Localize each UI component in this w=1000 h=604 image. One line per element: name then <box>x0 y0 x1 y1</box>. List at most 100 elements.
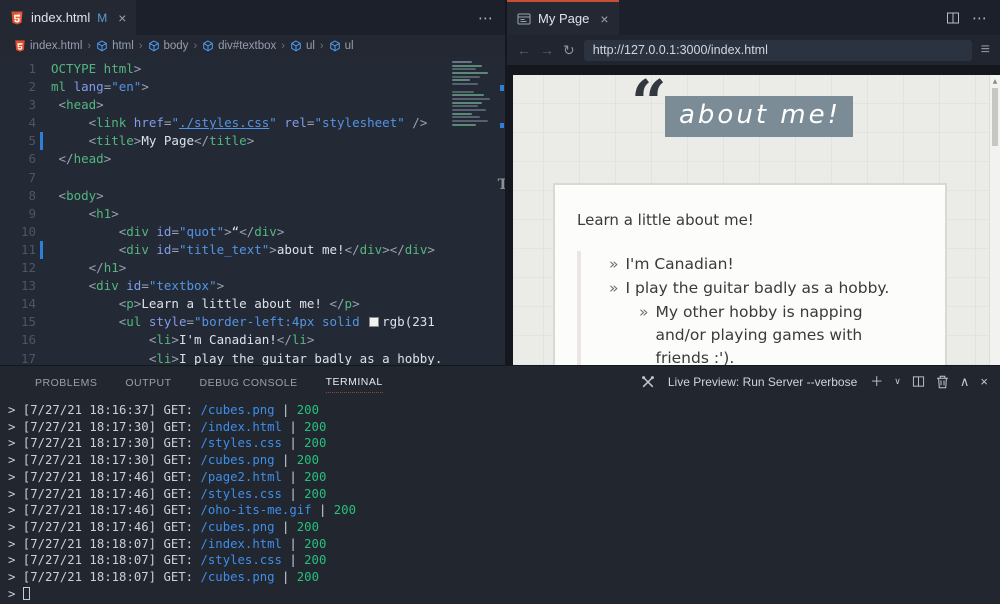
code-line[interactable]: 4 <link href="./styles.css" rel="stylesh… <box>0 114 506 132</box>
status-code: 200 <box>304 536 327 551</box>
breadcrumb: index.html › html › body › div#textbox › ul › ul <box>0 35 506 57</box>
html5-icon <box>14 40 26 52</box>
code-line[interactable]: 1 OCTYPE html> <box>0 60 506 78</box>
scrollbar-thumb[interactable] <box>992 88 998 146</box>
code-line[interactable]: 10 <div id="quot">“</div> <box>0 223 506 241</box>
request-path[interactable]: /cubes.png <box>201 403 275 417</box>
symbol-cube-icon <box>96 40 108 52</box>
request-path[interactable]: /oho-its-me.gif <box>201 503 312 517</box>
code-line[interactable]: 11 <div id="title_text">about me!</div><… <box>0 240 506 260</box>
request-path[interactable]: /page2.html <box>201 470 282 484</box>
code-line[interactable]: 12 </h1> <box>0 259 506 277</box>
line-number: 12 <box>20 260 36 276</box>
back-icon[interactable]: ← <box>517 43 531 57</box>
line-number: 16 <box>20 332 36 348</box>
split-terminal-icon[interactable] <box>912 375 925 388</box>
request-path[interactable]: /cubes.png <box>201 453 275 467</box>
tab-output[interactable]: OUTPUT <box>125 371 171 393</box>
refresh-icon[interactable]: ↻ <box>563 43 575 57</box>
breadcrumb-item-index-html[interactable]: index.html <box>14 40 82 52</box>
trash-icon[interactable] <box>936 375 949 389</box>
code-line[interactable]: 2 ml lang="en"> <box>0 78 506 96</box>
status-code: 200 <box>304 553 327 568</box>
close-panel-icon[interactable]: × <box>980 375 988 388</box>
tab-index-html[interactable]: index.html M × <box>0 0 137 35</box>
preview-scrollbar[interactable]: ▲ <box>989 75 1000 365</box>
code-line[interactable]: 16 <li>I'm Canadian!</li> <box>0 331 506 349</box>
list-marker: » <box>609 279 619 297</box>
request-path[interactable]: /styles.css <box>201 487 282 501</box>
line-number: 9 <box>28 205 36 221</box>
code-line[interactable]: 17 <li>I play the guitar badly as a hobb… <box>0 350 506 366</box>
code-text: ml lang="en"> <box>51 79 149 95</box>
close-icon[interactable]: × <box>118 10 126 26</box>
line-number: 7 <box>28 169 36 185</box>
git-modified-badge: M <box>97 10 108 25</box>
close-icon[interactable]: × <box>600 11 608 27</box>
page-list: » I'm Canadian! » I play the guitar badl… <box>577 251 925 365</box>
line-number: 10 <box>20 223 36 239</box>
terminal-output[interactable]: > [7/27/21 18:16:37] GET: /cubes.png | 2… <box>0 399 1000 600</box>
request-path[interactable]: /cubes.png <box>201 520 275 534</box>
breadcrumb-item-div-textbox[interactable]: div#textbox <box>202 40 276 52</box>
tab-terminal[interactable]: TERMINAL <box>325 370 383 393</box>
request-path[interactable]: /cubes.png <box>201 570 275 584</box>
code-line[interactable]: 5 <title>My Page</title> <box>0 132 506 151</box>
terminal-process-label[interactable]: Live Preview: Run Server --verbose <box>668 375 857 389</box>
code-line[interactable]: 13 <div id="textbox"> <box>0 277 506 295</box>
forward-icon[interactable]: → <box>540 43 554 57</box>
breadcrumb-item-html[interactable]: html <box>96 40 134 52</box>
breadcrumb-item-ul[interactable]: ul <box>290 40 315 52</box>
code-line[interactable]: 15 <ul style="border-left:4px solid rgb(… <box>0 313 506 331</box>
terminal-line: > [7/27/21 18:17:46] GET: /cubes.png | 2… <box>8 519 319 534</box>
chevron-down-icon[interactable]: ∨ <box>894 377 901 386</box>
code-line[interactable]: 14 <p>Learn a little about me! </p> <box>0 295 506 313</box>
status-code: 200 <box>333 503 356 518</box>
code-line[interactable]: 8 <body> <box>0 187 506 205</box>
request-path[interactable]: /styles.css <box>201 436 282 450</box>
terminal-line: > [7/27/21 18:18:07] GET: /styles.css | … <box>8 553 327 568</box>
breadcrumb-separator: › <box>87 40 92 52</box>
maximize-panel-icon[interactable]: ∧ <box>960 375 970 388</box>
tab-my-page[interactable]: My Page × <box>507 0 619 35</box>
new-terminal-icon[interactable]: ＋ <box>870 375 883 388</box>
more-actions-icon[interactable]: ⋯ <box>972 9 988 27</box>
status-code: 200 <box>296 403 319 417</box>
code-text: </head> <box>51 151 112 167</box>
preview-navbar: ← → ↻ http://127.0.0.1:3000/index.html ≡ <box>507 35 1000 66</box>
browser-preview: “ about me! Learn a little about me! » I… <box>507 66 1000 365</box>
code-line[interactable]: 7 <box>0 169 506 187</box>
more-actions-icon[interactable]: ⋯ <box>478 9 494 27</box>
code-editor[interactable]: 1 OCTYPE html> 2 ml lang="en"> 3 <head> 4 <li… <box>0 57 506 365</box>
panel-header: PROBLEMS OUTPUT DEBUG CONSOLE TERMINAL L… <box>0 366 1000 397</box>
code-line[interactable]: 3 <head> <box>0 96 506 114</box>
code-text: <ul style="border-left:4px solid rgb(231 <box>51 314 435 330</box>
request-path[interactable]: /styles.css <box>201 553 282 567</box>
line-number: 4 <box>28 115 36 131</box>
menu-icon[interactable]: ≡ <box>981 42 990 58</box>
editor-group-left: index.html M × ⋯ index.html › html › body › di… <box>0 0 506 365</box>
breadcrumb-item-body[interactable]: body <box>148 40 188 52</box>
scroll-up-icon[interactable]: ▲ <box>990 75 1000 85</box>
request-path[interactable]: /index.html <box>201 420 282 434</box>
minimap-line <box>452 68 476 71</box>
code-text: <div id="title_text">about me!</div></di… <box>51 241 435 257</box>
terminal-prompt-line[interactable]: > <box>8 586 1000 600</box>
tab-problems[interactable]: PROBLEMS <box>35 371 97 393</box>
list-item: » I'm Canadian! <box>609 253 925 276</box>
line-number: 3 <box>28 97 36 113</box>
request-path[interactable]: /index.html <box>201 537 282 551</box>
minimap-line <box>452 72 488 75</box>
url-input[interactable]: http://127.0.0.1:3000/index.html <box>583 39 972 61</box>
line-number: 8 <box>28 187 36 203</box>
code-line[interactable]: 6 </head> <box>0 150 506 168</box>
code-line[interactable]: 9 <h1> <box>0 205 506 223</box>
code-text: <h1> <box>51 205 119 221</box>
breadcrumb-separator: › <box>281 40 285 52</box>
status-code: 200 <box>296 453 319 468</box>
split-editor-icon[interactable] <box>946 11 960 25</box>
terminal-line: > [7/27/21 18:17:30] GET: /styles.css | … <box>8 436 327 451</box>
breadcrumb-item-ul[interactable]: ul <box>329 40 354 52</box>
tab-debug-console[interactable]: DEBUG CONSOLE <box>200 371 298 393</box>
minimap[interactable]: T <box>452 61 506 361</box>
